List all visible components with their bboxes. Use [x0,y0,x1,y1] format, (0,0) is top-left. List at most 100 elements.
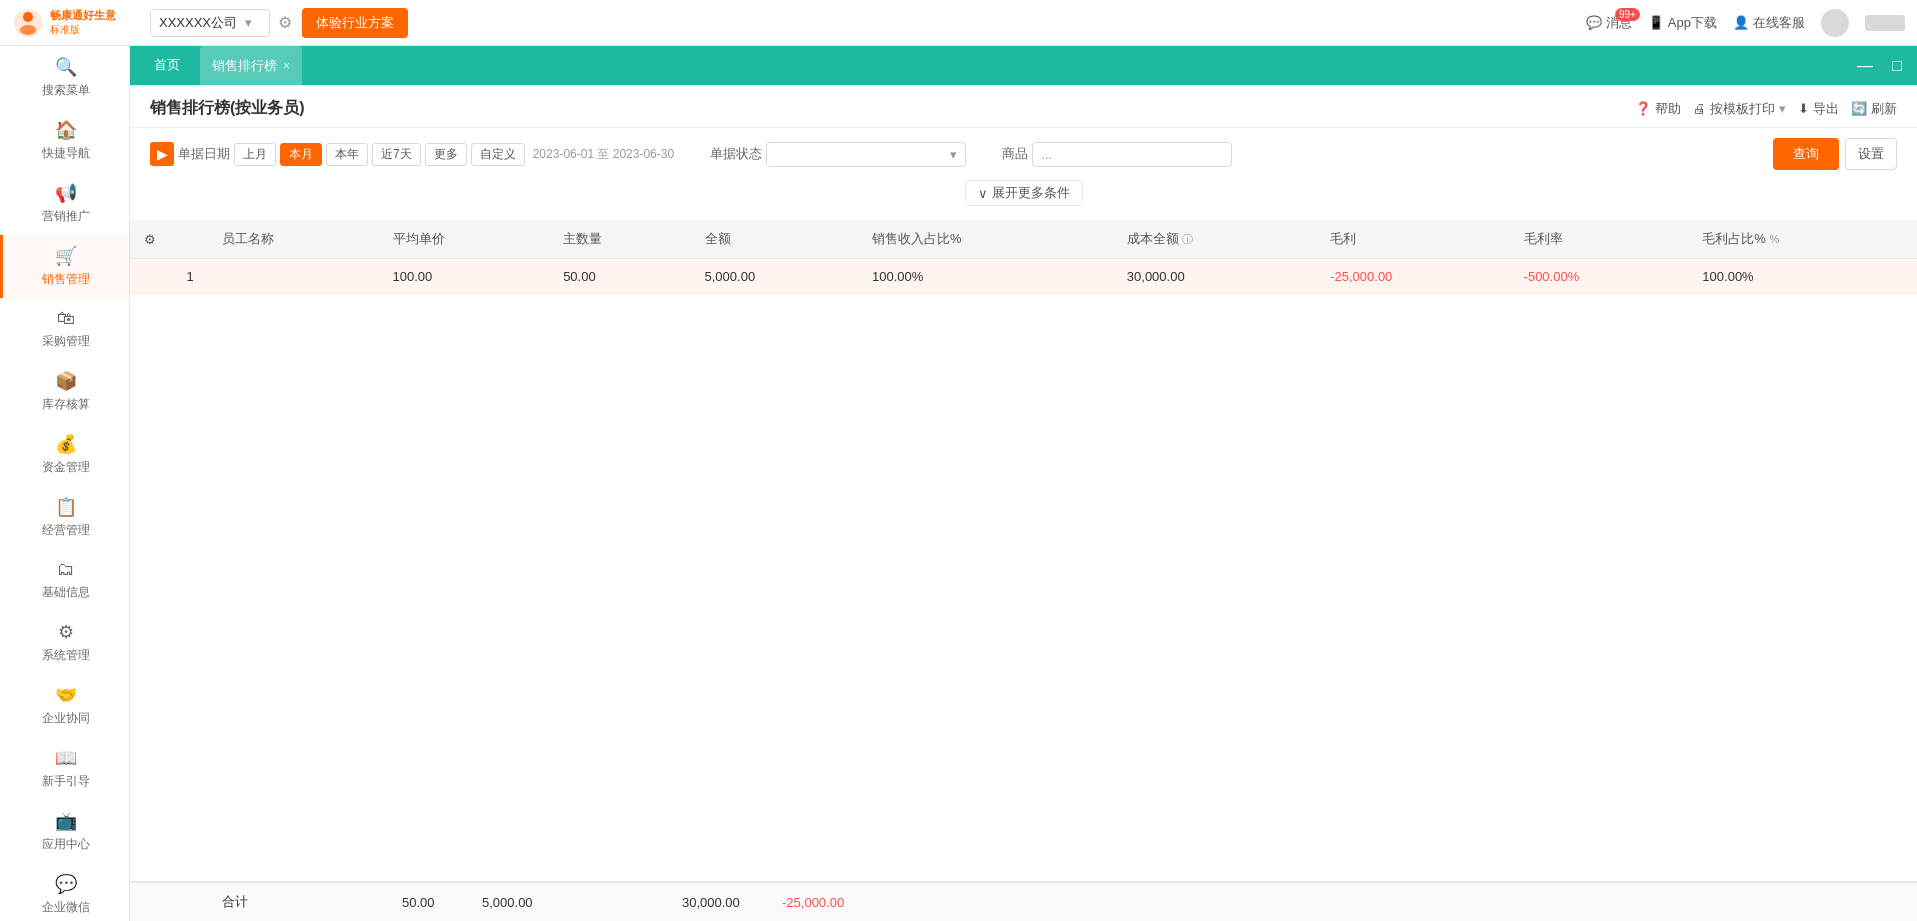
message-badge: 99+ [1615,8,1640,21]
page-header-actions: ❓ 帮助 🖨 按模板打印 ▾ ⬇ 导出 🔄 [1635,100,1897,118]
sidebar-item-enterprise[interactable]: 🤝 企业协同 [0,674,129,737]
col-settings[interactable]: ⚙ [130,220,170,259]
enterprise-icon: 🤝 [55,684,77,706]
row-profit-rate: -500.00% [1512,259,1691,295]
date-label: 单据日期 [178,145,230,163]
sidebar-item-label: 企业微信 [42,899,90,916]
table-footer: 合计 50.00 5,000.00 30,000.00 -25,000.00 [130,881,1917,921]
sidebar-item-label: 应用中心 [42,836,90,853]
tab-sales-rank[interactable]: 销售排行榜 × [200,46,302,86]
sidebar-item-label: 系统管理 [42,647,90,664]
row-profit-pct: 100.00% [1690,259,1917,295]
print-icon: 🖨 [1693,101,1706,116]
cost-info-icon[interactable]: ⓘ [1182,233,1193,245]
row-avg-price: 100.00 [381,259,552,295]
tab-minimize-icon[interactable]: — [1853,54,1877,78]
col-rank [170,220,210,259]
tab-close-icon[interactable]: × [283,59,290,73]
page-header: 销售排行榜(按业务员) ❓ 帮助 🖨 按模板打印 ▾ ⬇ [130,86,1917,128]
sidebar-item-label: 营销推广 [42,208,90,225]
export-button[interactable]: ⬇ 导出 [1798,100,1839,118]
expand-icon: ∨ [978,186,988,201]
guide-icon: 📖 [55,747,77,769]
settings-icon[interactable]: ⚙ [278,13,292,32]
sidebar-item-app-center[interactable]: 📺 应用中心 [0,800,129,863]
col-qty: 主数量 [551,220,692,259]
goods-input[interactable]: ... [1032,142,1232,167]
sidebar-item-label: 新手引导 [42,773,90,790]
query-button[interactable]: 查询 [1773,138,1839,170]
logo-text: 畅康通好生意 标准版 [50,8,116,37]
sidebar-item-inventory[interactable]: 📦 库存核算 [0,360,129,423]
service-icon: 👤 [1733,15,1749,30]
sidebar-item-label: 销售管理 [42,271,90,288]
date-more-btn[interactable]: 更多 [425,143,467,166]
table-container: ⚙ 员工名称 平均单价 主数量 全额 销售收入占比% 成本全额 ⓘ [130,220,1917,881]
search-icon: 🔍 [55,56,77,78]
sidebar-item-quick-nav[interactable]: 🏠 快捷导航 [0,109,129,172]
print-button[interactable]: 🖨 按模板打印 ▾ [1693,100,1786,118]
sidebar-item-marketing[interactable]: 📢 营销推广 [0,172,129,235]
tab-maximize-icon[interactable]: □ [1885,54,1909,78]
sidebar-item-wechat[interactable]: 💬 企业微信 [0,863,129,921]
row-profit: -25,000.00 [1318,259,1511,295]
sidebar-item-basic-info[interactable]: 🗂 基础信息 [0,549,129,611]
col-cost: 成本全额 ⓘ [1115,220,1318,259]
date-last-month-btn[interactable]: 上月 [234,143,276,166]
status-filter: 单据状态 ▾ [710,142,966,167]
trial-button[interactable]: 体验行业方案 [302,8,408,38]
online-service-button[interactable]: 👤 在线客服 [1733,14,1805,32]
sidebar-item-label: 采购管理 [42,333,90,350]
home-icon: 🏠 [55,119,77,141]
date-toggle-button[interactable]: ▶ [150,142,174,166]
sidebar-item-finance[interactable]: 💰 资金管理 [0,423,129,486]
date-custom-btn[interactable]: 自定义 [471,143,525,166]
finance-icon: 💰 [55,433,77,455]
sales-icon: 🛒 [55,245,77,267]
sidebar-item-guide[interactable]: 📖 新手引导 [0,737,129,800]
sidebar-item-search[interactable]: 🔍 搜索菜单 [0,46,129,109]
col-profit-pct: 毛利占比% % [1690,220,1917,259]
company-selector[interactable]: XXXXXX公司 ▾ [150,9,270,37]
footer-profit: -25,000.00 [782,895,882,910]
message-icon: 💬 [1586,15,1602,30]
sidebar-item-label: 资金管理 [42,459,90,476]
date-this-year-btn[interactable]: 本年 [326,143,368,166]
sidebar-item-purchase[interactable]: 🛍 采购管理 [0,298,129,360]
top-right-area: 💬 消息 99+ 📱 App下载 👤 在线客服 [1586,9,1905,37]
col-amount: 全额 [693,220,860,259]
date-7days-btn[interactable]: 近7天 [372,143,421,166]
help-button[interactable]: ❓ 帮助 [1635,100,1681,118]
sidebar-item-label: 经营管理 [42,522,90,539]
wechat-icon: 💬 [55,873,77,895]
sidebar-item-sales[interactable]: 🛒 销售管理 [0,235,129,298]
app-download-button[interactable]: 📱 App下载 [1648,14,1717,32]
message-button[interactable]: 💬 消息 99+ [1586,14,1632,32]
status-select[interactable]: ▾ [766,142,966,167]
expand-filters-button[interactable]: ∨ 展开更多条件 [965,180,1083,206]
profit-pct-info-icon[interactable]: % [1770,233,1780,245]
goods-filter: 商品 ... [1002,142,1232,167]
table-header-row: ⚙ 员工名称 平均单价 主数量 全额 销售收入占比% 成本全额 ⓘ [130,220,1917,259]
date-this-month-btn[interactable]: 本月 [280,143,322,166]
sidebar-item-operations[interactable]: 📋 经营管理 [0,486,129,549]
row-qty: 50.00 [551,259,692,295]
date-filter: ▶ 单据日期 上月 本月 本年 近7天 更多 自定义 2023 [150,142,674,166]
sidebar-item-label: 库存核算 [42,396,90,413]
goods-label: 商品 [1002,145,1028,163]
sales-rank-table: ⚙ 员工名称 平均单价 主数量 全额 销售收入占比% 成本全额 ⓘ [130,220,1917,295]
filter-row-1: ▶ 单据日期 上月 本月 本年 近7天 更多 自定义 2023 [150,138,1897,170]
purchase-icon: 🛍 [57,308,75,329]
tab-home[interactable]: 首页 [138,46,196,86]
sidebar-item-label: 基础信息 [42,584,90,601]
avatar[interactable] [1821,9,1849,37]
footer-amount: 5,000.00 [482,895,582,910]
sidebar-item-system[interactable]: ⚙ 系统管理 [0,611,129,674]
filter-settings-button[interactable]: 设置 [1845,138,1897,170]
filter-actions: 查询 设置 [1773,138,1897,170]
refresh-button[interactable]: 🔄 刷新 [1851,100,1897,118]
footer-total-label: 合计 [222,893,322,911]
export-icon: ⬇ [1798,101,1809,116]
col-profit: 毛利 [1318,220,1511,259]
logo-icon [12,7,44,39]
